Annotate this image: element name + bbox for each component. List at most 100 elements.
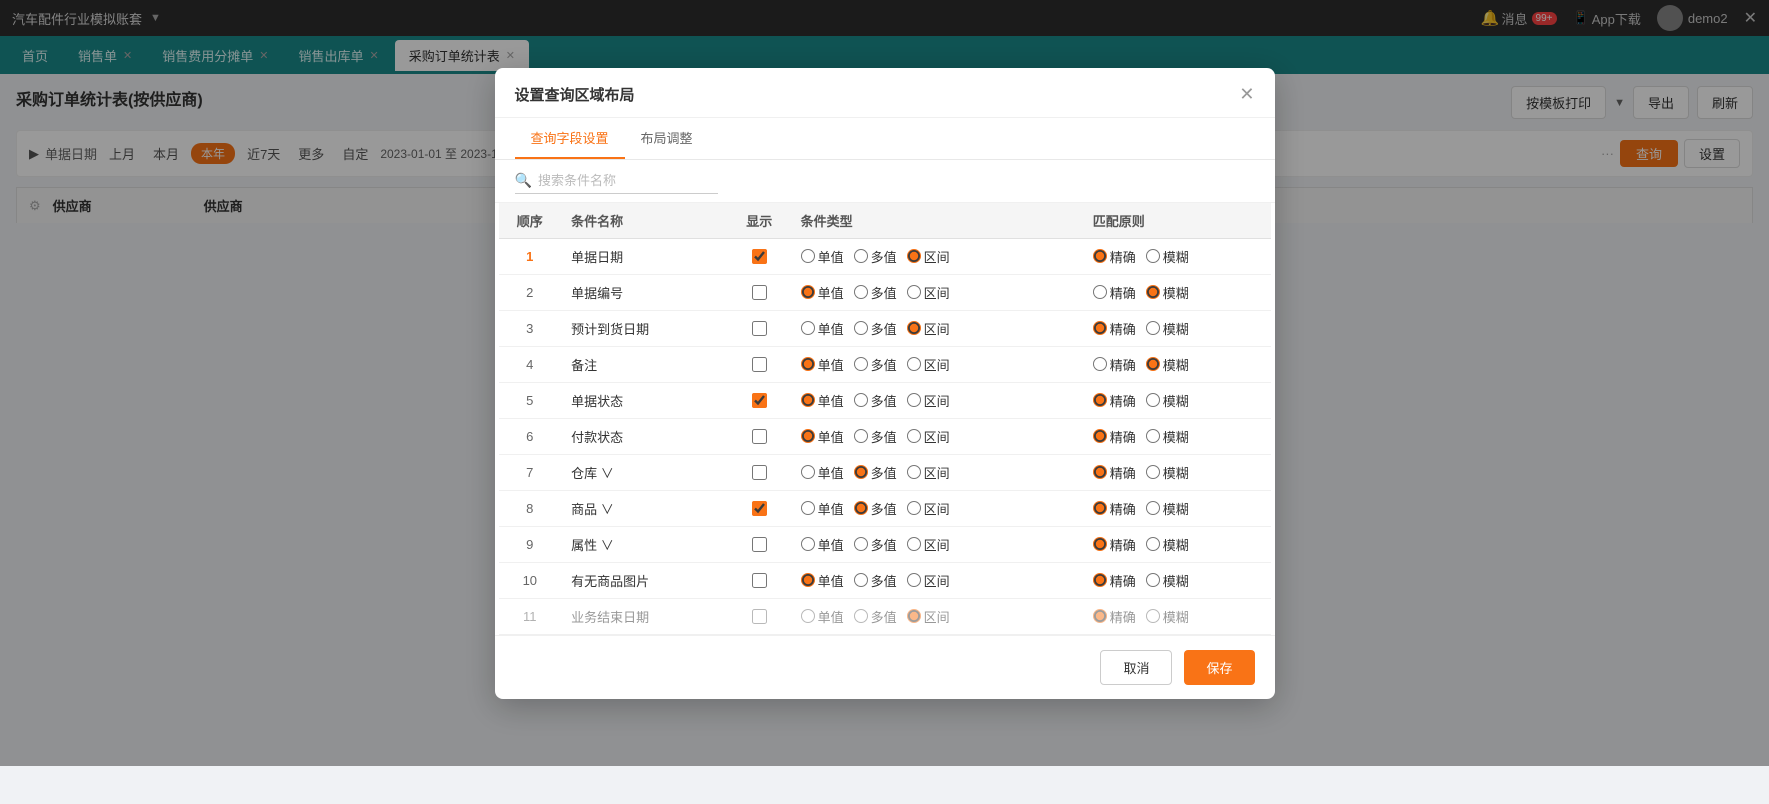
modal-overlay: 设置查询区域布局 ✕ 查询字段设置 布局调整 🔍 顺序	[0, 0, 1769, 766]
cancel-button[interactable]: 取消	[1100, 650, 1172, 685]
match-radio-exact[interactable]: 精确	[1093, 499, 1136, 518]
type-cell: 单值多值区间	[791, 238, 1083, 274]
type-radio-single[interactable]: 单值	[801, 463, 844, 482]
type-radio-range[interactable]: 区间	[907, 607, 950, 626]
show-checkbox[interactable]	[752, 429, 767, 444]
match-radio-exact[interactable]: 精确	[1093, 355, 1136, 374]
order-cell: 10	[499, 562, 562, 598]
match-radio-fuzzy[interactable]: 模糊	[1146, 391, 1189, 410]
show-checkbox[interactable]	[752, 357, 767, 372]
match-radio-exact[interactable]: 精确	[1093, 607, 1136, 626]
type-radio-range[interactable]: 区间	[907, 247, 950, 266]
name-cell: 业务结束日期	[561, 598, 728, 634]
order-cell: 8	[499, 490, 562, 526]
conditions-table: 顺序 条件名称 显示 条件类型 匹配原则 1单据日期单值多值区间精确模糊2单据编…	[499, 203, 1271, 635]
type-radio-range[interactable]: 区间	[907, 319, 950, 338]
type-radio-multi[interactable]: 多值	[854, 391, 897, 410]
order-cell: 9	[499, 526, 562, 562]
search-input[interactable]	[538, 173, 718, 188]
type-radio-multi[interactable]: 多值	[854, 571, 897, 590]
show-cell	[728, 454, 791, 490]
type-radio-single[interactable]: 单值	[801, 427, 844, 446]
match-cell: 精确模糊	[1083, 346, 1271, 382]
match-radio-fuzzy[interactable]: 模糊	[1146, 463, 1189, 482]
type-radio-single[interactable]: 单值	[801, 607, 844, 626]
type-radio-single[interactable]: 单值	[801, 571, 844, 590]
tab-query-fields[interactable]: 查询字段设置	[515, 118, 625, 159]
type-radio-range[interactable]: 区间	[907, 391, 950, 410]
match-cell: 精确模糊	[1083, 526, 1271, 562]
table-row: 5单据状态单值多值区间精确模糊	[499, 382, 1271, 418]
col-match-header: 匹配原则	[1083, 203, 1271, 239]
show-checkbox[interactable]	[752, 393, 767, 408]
dialog-table-area: 顺序 条件名称 显示 条件类型 匹配原则 1单据日期单值多值区间精确模糊2单据编…	[499, 203, 1271, 635]
type-radio-single[interactable]: 单值	[801, 391, 844, 410]
show-checkbox[interactable]	[752, 321, 767, 336]
table-row: 11业务结束日期 单值多值区间 精确模糊	[499, 598, 1271, 634]
show-checkbox[interactable]	[752, 609, 767, 624]
order-cell: 2	[499, 274, 562, 310]
type-radio-single[interactable]: 单值	[801, 499, 844, 518]
type-radio-single[interactable]: 单值	[801, 355, 844, 374]
match-radio-fuzzy[interactable]: 模糊	[1146, 499, 1189, 518]
match-radio-exact[interactable]: 精确	[1093, 283, 1136, 302]
type-radio-range[interactable]: 区间	[907, 571, 950, 590]
type-radio-multi[interactable]: 多值	[854, 283, 897, 302]
tab-query-fields-label: 查询字段设置	[531, 131, 609, 146]
match-radio-exact[interactable]: 精确	[1093, 571, 1136, 590]
type-radio-multi[interactable]: 多值	[854, 427, 897, 446]
type-radio-range[interactable]: 区间	[907, 283, 950, 302]
match-radio-fuzzy[interactable]: 模糊	[1146, 607, 1189, 626]
match-radio-fuzzy[interactable]: 模糊	[1146, 319, 1189, 338]
type-radio-multi[interactable]: 多值	[854, 319, 897, 338]
show-cell	[728, 274, 791, 310]
type-radio-single[interactable]: 单值	[801, 283, 844, 302]
match-radio-exact[interactable]: 精确	[1093, 427, 1136, 446]
match-radio-exact[interactable]: 精确	[1093, 247, 1136, 266]
type-radio-range[interactable]: 区间	[907, 535, 950, 554]
match-cell: 精确模糊	[1083, 238, 1271, 274]
table-row: 7仓库 ∨单值多值区间精确模糊	[499, 454, 1271, 490]
match-radio-fuzzy[interactable]: 模糊	[1146, 247, 1189, 266]
type-radio-multi[interactable]: 多值	[854, 247, 897, 266]
type-radio-multi[interactable]: 多值	[854, 463, 897, 482]
match-radio-exact[interactable]: 精确	[1093, 535, 1136, 554]
show-cell	[728, 346, 791, 382]
type-radio-range[interactable]: 区间	[907, 463, 950, 482]
type-radio-range[interactable]: 区间	[907, 355, 950, 374]
type-radio-single[interactable]: 单值	[801, 247, 844, 266]
save-button[interactable]: 保存	[1184, 650, 1254, 685]
table-row: 1单据日期单值多值区间精确模糊	[499, 238, 1271, 274]
show-checkbox[interactable]	[752, 285, 767, 300]
match-radio-fuzzy[interactable]: 模糊	[1146, 571, 1189, 590]
show-checkbox[interactable]	[752, 573, 767, 588]
type-radio-range[interactable]: 区间	[907, 427, 950, 446]
order-cell: 11	[499, 598, 562, 634]
type-radio-multi[interactable]: 多值	[854, 535, 897, 554]
show-checkbox[interactable]	[752, 537, 767, 552]
match-radio-exact[interactable]: 精确	[1093, 463, 1136, 482]
search-input-wrap: 🔍	[515, 172, 718, 194]
type-radio-range[interactable]: 区间	[907, 499, 950, 518]
name-cell: 备注	[561, 346, 728, 382]
show-cell	[728, 598, 791, 634]
show-cell	[728, 310, 791, 346]
type-radio-single[interactable]: 单值	[801, 535, 844, 554]
match-radio-exact[interactable]: 精确	[1093, 391, 1136, 410]
match-radio-fuzzy[interactable]: 模糊	[1146, 283, 1189, 302]
type-radio-multi[interactable]: 多值	[854, 355, 897, 374]
show-checkbox[interactable]	[752, 465, 767, 480]
type-radio-multi[interactable]: 多值	[854, 607, 897, 626]
show-checkbox[interactable]	[752, 501, 767, 516]
type-radio-single[interactable]: 单值	[801, 319, 844, 338]
match-radio-fuzzy[interactable]: 模糊	[1146, 427, 1189, 446]
show-cell	[728, 382, 791, 418]
match-cell: 精确模糊	[1083, 382, 1271, 418]
tab-layout[interactable]: 布局调整	[625, 118, 709, 159]
type-radio-multi[interactable]: 多值	[854, 499, 897, 518]
show-checkbox[interactable]	[752, 249, 767, 264]
match-radio-fuzzy[interactable]: 模糊	[1146, 535, 1189, 554]
match-radio-exact[interactable]: 精确	[1093, 319, 1136, 338]
match-radio-fuzzy[interactable]: 模糊	[1146, 355, 1189, 374]
dialog-close-button[interactable]: ✕	[1239, 85, 1254, 103]
